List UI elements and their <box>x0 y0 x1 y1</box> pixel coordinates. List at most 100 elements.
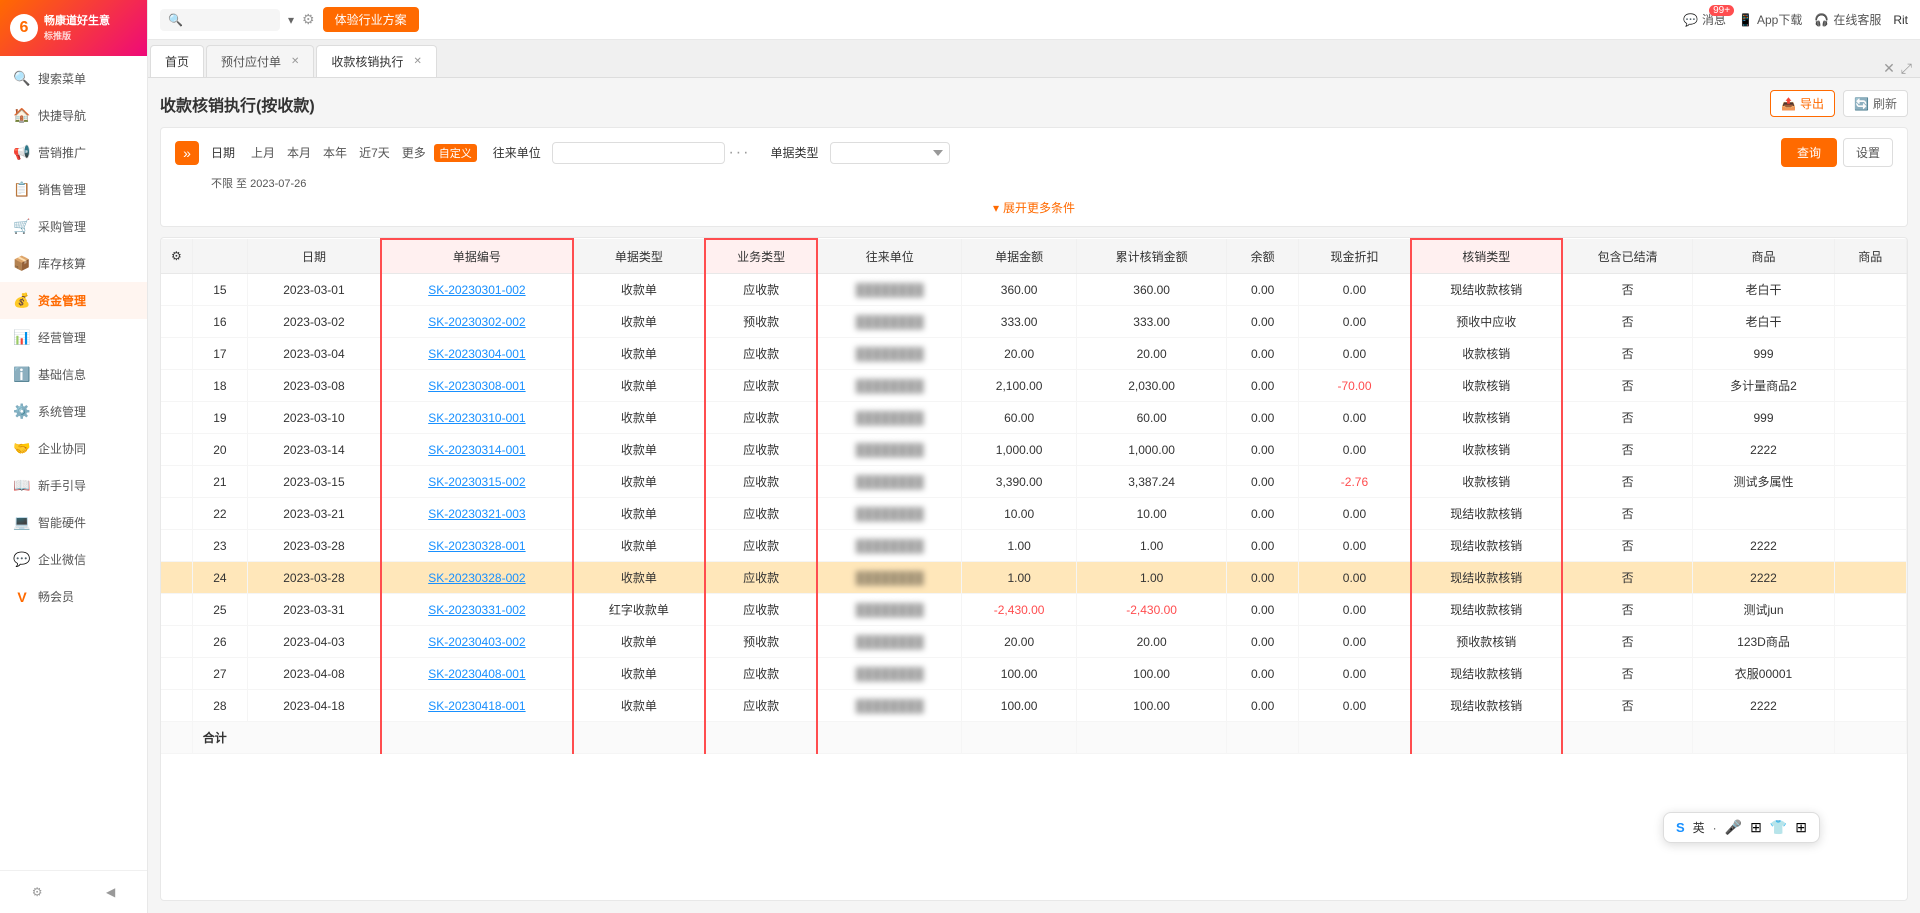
topbar-gear-icon[interactable]: ⚙ <box>302 11 315 28</box>
sidebar-item-wechat[interactable]: 💬 企业微信 <box>0 541 147 578</box>
cell-bill-no[interactable]: SK-20230328-002 <box>381 562 573 594</box>
ime-extra-icon[interactable]: ⊞ <box>1795 819 1807 836</box>
cell-bill-no[interactable]: SK-20230314-001 <box>381 434 573 466</box>
cell-partner: ████████ <box>817 530 961 562</box>
topbar-search-area[interactable]: 🔍 <box>160 9 280 31</box>
filter-last-7-days[interactable]: 近7天 <box>355 143 394 162</box>
table-row[interactable]: 192023-03-10SK-20230310-001收款单应收款███████… <box>161 402 1907 434</box>
col-header-settings[interactable]: ⚙ <box>161 239 192 274</box>
filter-this-year[interactable]: 本年 <box>319 143 351 162</box>
sidebar-item-purchase[interactable]: 🛒 采购管理 <box>0 208 147 245</box>
sidebar-settings-btn[interactable]: ⚙ <box>26 879 49 905</box>
cell-bill-no[interactable]: SK-20230331-002 <box>381 594 573 626</box>
table-row[interactable]: 252023-03-31SK-20230331-002红字收款单应收款█████… <box>161 594 1907 626</box>
sidebar-item-member[interactable]: V 畅会员 <box>0 578 147 615</box>
filter-bill-type-select[interactable] <box>830 142 950 164</box>
page-content: 收款核销执行(按收款) 📤 导出 🔄 刷新 » 日期 上月 本月 <box>148 78 1920 913</box>
ime-grid-icon[interactable]: ⊞ <box>1750 819 1762 836</box>
cell-product: 多计量商品2 <box>1693 370 1834 402</box>
refresh-button[interactable]: 🔄 刷新 <box>1843 90 1908 117</box>
laptop-icon: 💻 <box>14 515 30 531</box>
sidebar-item-finance[interactable]: 💰 资金管理 <box>0 282 147 319</box>
table-row[interactable]: 262023-04-03SK-20230403-002收款单预收款███████… <box>161 626 1907 658</box>
sidebar-item-quicknav[interactable]: 🏠 快捷导航 <box>0 97 147 134</box>
cell-bill-no[interactable]: SK-20230328-001 <box>381 530 573 562</box>
cell-writeoff-amount: 100.00 <box>1077 690 1227 722</box>
footer-include <box>1562 722 1693 754</box>
cell-bill-no[interactable]: SK-20230315-002 <box>381 466 573 498</box>
export-button[interactable]: 📤 导出 <box>1770 90 1835 117</box>
sidebar-item-label: 营销推广 <box>38 144 86 161</box>
filter-this-month[interactable]: 本月 <box>283 143 315 162</box>
cell-bill-no[interactable]: SK-20230418-001 <box>381 690 573 722</box>
topbar-dropdown[interactable]: ▾ <box>288 13 294 27</box>
topbar-message[interactable]: 💬 消息 99+ <box>1683 11 1726 28</box>
sidebar-item-guide[interactable]: 📖 新手引导 <box>0 467 147 504</box>
table-row[interactable]: 222023-03-21SK-20230321-003收款单应收款███████… <box>161 498 1907 530</box>
cell-date: 2023-03-14 <box>248 434 381 466</box>
topbar-search-input[interactable] <box>187 13 267 27</box>
cell-bill-no[interactable]: SK-20230302-002 <box>381 306 573 338</box>
cell-settings <box>161 274 192 306</box>
cell-writeoff-type: 预收中应收 <box>1411 306 1562 338</box>
table-row[interactable]: 162023-03-02SK-20230302-002收款单预收款███████… <box>161 306 1907 338</box>
table-row[interactable]: 282023-04-18SK-20230418-001收款单应收款███████… <box>161 690 1907 722</box>
sidebar-collapse-btn[interactable]: ◀ <box>100 879 121 905</box>
sidebar-item-marketing[interactable]: 📢 营销推广 <box>0 134 147 171</box>
cell-date: 2023-03-28 <box>248 530 381 562</box>
tab-prepay-close[interactable]: ✕ <box>291 56 299 67</box>
topbar-user[interactable]: Rit <box>1893 13 1908 27</box>
sidebar-item-sales[interactable]: 📋 销售管理 <box>0 171 147 208</box>
sidebar-item-search[interactable]: 🔍 搜索菜单 <box>0 60 147 97</box>
sidebar-item-operation[interactable]: 📊 经营管理 <box>0 319 147 356</box>
cell-bill-no[interactable]: SK-20230304-001 <box>381 338 573 370</box>
cell-bill-no[interactable]: SK-20230310-001 <box>381 402 573 434</box>
sidebar-item-corp[interactable]: 🤝 企业协同 <box>0 430 147 467</box>
table-row[interactable]: 232023-03-28SK-20230328-001收款单应收款███████… <box>161 530 1907 562</box>
sidebar-item-hardware[interactable]: 💻 智能硬件 <box>0 504 147 541</box>
filter-custom-btn[interactable]: 自定义 <box>434 144 477 162</box>
cell-bill-type: 收款单 <box>573 434 705 466</box>
table-row[interactable]: 152023-03-01SK-20230301-002收款单应收款███████… <box>161 274 1907 306</box>
cell-bill-no[interactable]: SK-20230403-002 <box>381 626 573 658</box>
filter-toggle-btn[interactable]: » <box>175 141 199 165</box>
tab-home[interactable]: 首页 <box>150 45 204 77</box>
query-button[interactable]: 查询 <box>1781 138 1837 167</box>
tab-writeoff[interactable]: 收款核销执行 ✕ <box>316 45 436 77</box>
filter-last-month[interactable]: 上月 <box>247 143 279 162</box>
table-row[interactable]: 172023-03-04SK-20230304-001收款单应收款███████… <box>161 338 1907 370</box>
topbar-service[interactable]: 🎧 在线客服 <box>1814 11 1881 28</box>
cell-bill-no[interactable]: SK-20230301-002 <box>381 274 573 306</box>
cell-seq: 28 <box>192 690 247 722</box>
table-row[interactable]: 202023-03-14SK-20230314-001收款单应收款███████… <box>161 434 1907 466</box>
filter-settings-button[interactable]: 设置 <box>1843 138 1893 167</box>
table-row[interactable]: 272023-04-08SK-20230408-001收款单应收款███████… <box>161 658 1907 690</box>
tab-prepay[interactable]: 预付应付单 ✕ <box>206 45 314 77</box>
cell-bill-no[interactable]: SK-20230308-001 <box>381 370 573 402</box>
sidebar-item-inventory[interactable]: 📦 库存核算 <box>0 245 147 282</box>
cell-partner: ████████ <box>817 370 961 402</box>
filter-partner-input[interactable] <box>552 142 725 164</box>
maximize-icon[interactable]: ⤢ <box>1901 60 1912 77</box>
cell-bill-no[interactable]: SK-20230321-003 <box>381 498 573 530</box>
topbar-app[interactable]: 📱 App下载 <box>1738 11 1802 28</box>
ime-mic-icon[interactable]: 🎤 <box>1725 819 1742 836</box>
sidebar-item-system[interactable]: ⚙️ 系统管理 <box>0 393 147 430</box>
close-all-icon[interactable]: ✕ <box>1883 60 1895 77</box>
table-row[interactable]: 242023-03-28SK-20230328-002收款单应收款███████… <box>161 562 1907 594</box>
table-row[interactable]: 182023-03-08SK-20230308-001收款单应收款███████… <box>161 370 1907 402</box>
expand-conditions-btn[interactable]: ▾ 展开更多条件 <box>993 199 1075 216</box>
cell-include-settled: 否 <box>1562 626 1693 658</box>
cell-writeoff-amount: 333.00 <box>1077 306 1227 338</box>
table-row[interactable]: 212023-03-15SK-20230315-002收款单应收款███████… <box>161 466 1907 498</box>
cell-bill-type: 红字收款单 <box>573 594 705 626</box>
tab-writeoff-close[interactable]: ✕ <box>413 56 421 67</box>
cell-seq: 25 <box>192 594 247 626</box>
solution-button[interactable]: 体验行业方案 <box>323 7 419 32</box>
cell-settings <box>161 690 192 722</box>
filter-more-dates[interactable]: 更多 <box>398 143 430 162</box>
sidebar-item-basic[interactable]: ℹ️ 基础信息 <box>0 356 147 393</box>
ime-shirt-icon[interactable]: 👕 <box>1770 819 1787 836</box>
cell-bill-no[interactable]: SK-20230408-001 <box>381 658 573 690</box>
data-table-container[interactable]: ⚙ 日期 单据编号 单据类型 业务类型 往来单位 单据金额 累计核销金额 余额 … <box>160 237 1908 901</box>
